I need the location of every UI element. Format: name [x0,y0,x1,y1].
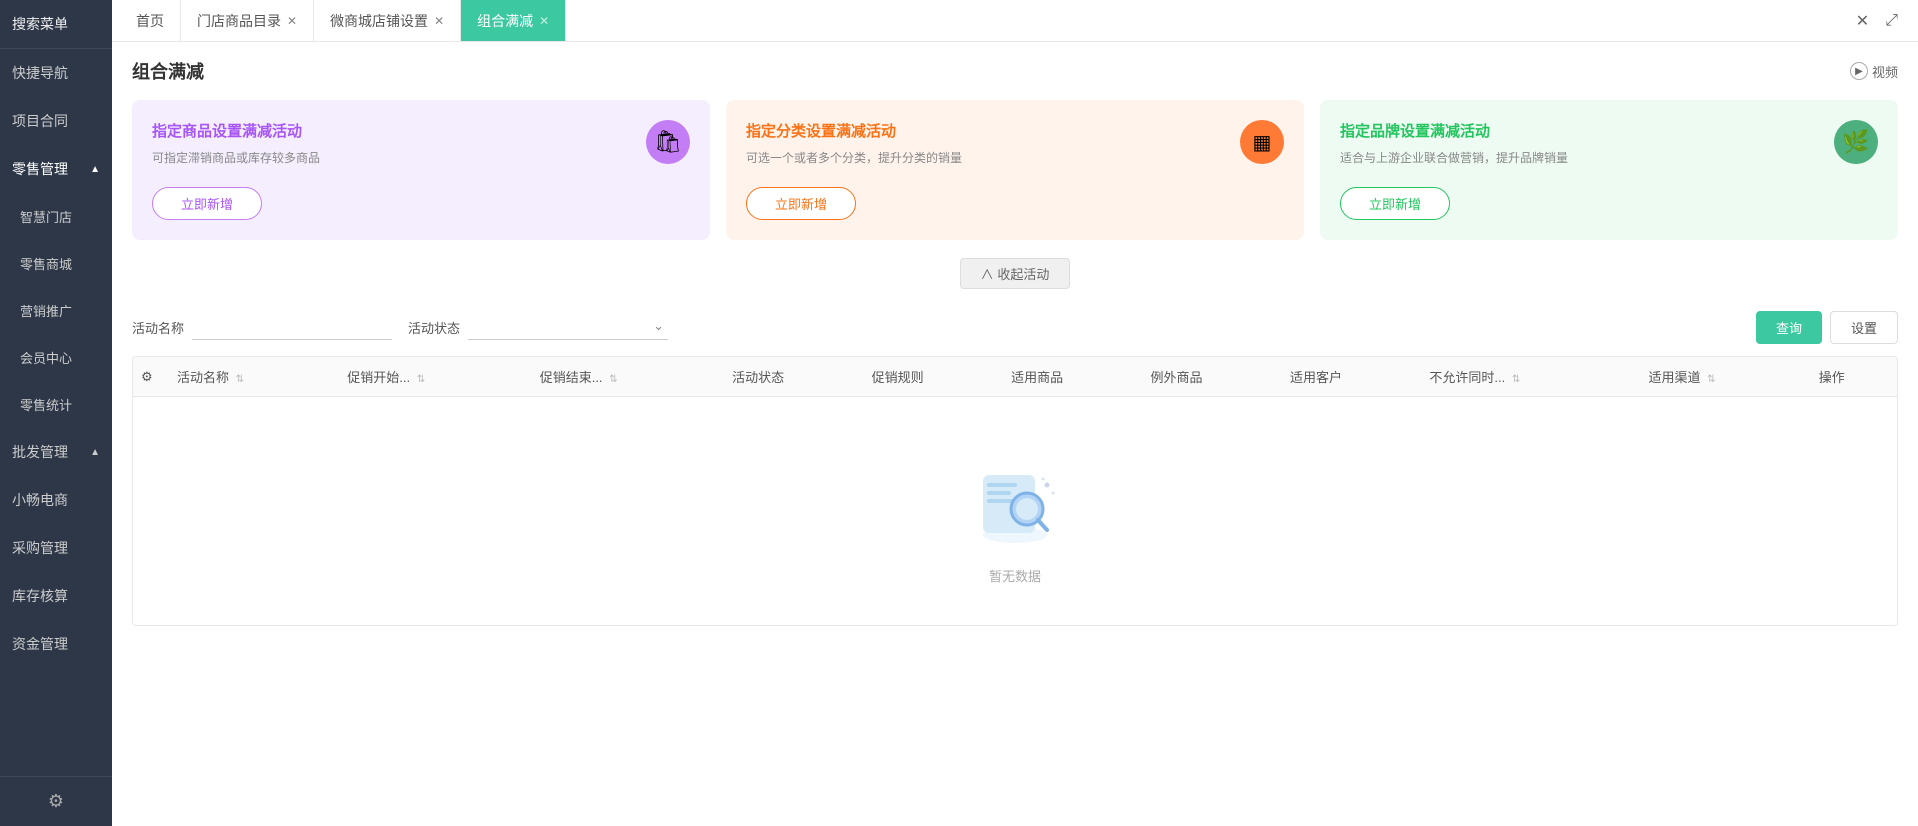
sidebar: 搜索菜单 快捷导航 项目合同 零售管理 ▲ 智慧门店 零售商城 营销推广 会员中… [0,0,112,826]
col-settings: ⚙ [133,357,169,397]
close-tab-store-catalog[interactable]: ✕ [287,14,297,28]
sidebar-item-retail-mall[interactable]: 零售商城 [0,240,112,287]
table-head: ⚙ 活动名称 ⇅ 促销开始... ⇅ 促销结束... ⇅ [133,357,1897,397]
arrow-icon: ▲ [90,164,100,175]
table-wrapper: ⚙ 活动名称 ⇅ 促销开始... ⇅ 促销结束... ⇅ [132,356,1898,626]
col-rules: 促销规则 [864,357,1003,397]
expand-window-button[interactable]: ⤢ [1881,8,1902,34]
card-icon-product: 🛍 [646,120,690,164]
empty-illustration [965,457,1065,547]
filter-activity-status: 活动状态 进行中 已结束 未开始 [408,316,668,340]
sidebar-search[interactable]: 搜索菜单 [0,0,112,49]
main-area: 首页 门店商品目录 ✕ 微商城店铺设置 ✕ 组合满减 ✕ ✕ ⤢ 组合满减 [112,0,1918,826]
sidebar-item-finance[interactable]: 资金管理 [0,620,112,668]
page-header: 组合满减 ▶ 视频 [132,58,1898,84]
activity-name-input[interactable] [192,316,392,340]
tabs-container: 首页 门店商品目录 ✕ 微商城店铺设置 ✕ 组合满减 ✕ [120,0,566,41]
filter-activity-name: 活动名称 [132,316,392,340]
card-icon-brand: 🌿 [1834,120,1878,164]
card-desc-product: 可指定滞销商品或库存较多商品 [152,149,690,168]
sort-icon-start[interactable]: ⇅ [417,374,425,385]
activity-name-label: 活动名称 [132,318,184,337]
add-brand-promo-button[interactable]: 立即新增 [1340,187,1450,220]
sidebar-item-xiaochang[interactable]: 小畅电商 [0,476,112,524]
play-icon: ▶ [1850,62,1868,80]
col-name: 活动名称 ⇅ [169,357,339,397]
close-window-button[interactable]: ✕ [1852,7,1873,35]
col-status: 活动状态 [724,357,863,397]
col-exclude: 例外商品 [1143,357,1282,397]
col-action: 操作 [1811,357,1897,397]
table-header-row: ⚙ 活动名称 ⇅ 促销开始... ⇅ 促销结束... ⇅ [133,357,1897,397]
setting-button[interactable]: 设置 [1830,311,1898,344]
empty-state: 暂无数据 [133,397,1897,625]
arrow-icon-wholesale: ▲ [90,447,100,458]
sort-icon-concurrent[interactable]: ⇅ [1512,374,1520,385]
close-tab-combo-discount[interactable]: ✕ [539,14,549,28]
cards-row: 🛍 指定商品设置满减活动 可指定滞销商品或库存较多商品 立即新增 ▦ 指定分类设… [132,100,1898,240]
page-content: 组合满减 ▶ 视频 🛍 指定商品设置满减活动 可指定滞销商品或库存较多商品 立即… [112,42,1918,826]
card-desc-category: 可选一个或者多个分类，提升分类的销量 [746,149,1284,168]
promo-card-product: 🛍 指定商品设置满减活动 可指定滞销商品或库存较多商品 立即新增 [132,100,710,240]
add-product-promo-button[interactable]: 立即新增 [152,187,262,220]
tab-bar: 首页 门店商品目录 ✕ 微商城店铺设置 ✕ 组合满减 ✕ ✕ ⤢ [112,0,1918,42]
table-settings-icon[interactable]: ⚙ [141,369,153,384]
add-category-promo-button[interactable]: 立即新增 [746,187,856,220]
sidebar-item-retail-stats[interactable]: 零售统计 [0,381,112,428]
col-start: 促销开始... ⇅ [339,357,531,397]
sort-icon-name[interactable]: ⇅ [236,374,244,385]
tab-wechat-store[interactable]: 微商城店铺设置 ✕ [314,0,461,41]
col-customers: 适用客户 [1282,357,1421,397]
chevron-up-icon: ∧ [981,267,994,282]
sidebar-item-purchase[interactable]: 采购管理 [0,524,112,572]
col-no-concurrent: 不允许同时... ⇅ [1421,357,1640,397]
sidebar-item-marketing[interactable]: 营销推广 [0,287,112,334]
card-desc-brand: 适合与上游企业联合做营销，提升品牌销量 [1340,149,1878,168]
filter-row: 活动名称 活动状态 进行中 已结束 未开始 查询 设置 [132,311,1898,344]
sidebar-item-quick-nav[interactable]: 快捷导航 [0,49,112,97]
activity-table: ⚙ 活动名称 ⇅ 促销开始... ⇅ 促销结束... ⇅ [133,357,1897,397]
page-title: 组合满减 [132,58,204,84]
sort-icon-end[interactable]: ⇅ [609,374,617,385]
tab-combo-discount[interactable]: 组合满减 ✕ [461,0,566,41]
promo-card-brand: 🌿 指定品牌设置满减活动 适合与上游企业联合做营销，提升品牌销量 立即新增 [1320,100,1898,240]
col-products: 适用商品 [1003,357,1142,397]
sidebar-item-smart-store[interactable]: 智慧门店 [0,193,112,240]
promo-card-category: ▦ 指定分类设置满减活动 可选一个或者多个分类，提升分类的销量 立即新增 [726,100,1304,240]
sidebar-item-retail-management[interactable]: 零售管理 ▲ [0,145,112,193]
activity-status-label: 活动状态 [408,318,460,337]
col-end: 促销结束... ⇅ [532,357,724,397]
tab-actions: ✕ ⤢ [1852,7,1910,35]
collapse-bar: ∧ 收起活动 [132,252,1898,295]
sidebar-item-inventory[interactable]: 库存核算 [0,572,112,620]
activity-status-select-wrapper: 进行中 已结束 未开始 [468,316,668,340]
collapse-activities-button[interactable]: ∧ 收起活动 [960,258,1071,289]
sort-icon-channel[interactable]: ⇅ [1707,374,1715,385]
tab-store-catalog[interactable]: 门店商品目录 ✕ [181,0,314,41]
card-title-brand: 指定品牌设置满减活动 [1340,120,1878,141]
tab-home[interactable]: 首页 [120,0,181,41]
sidebar-item-member-center[interactable]: 会员中心 [0,334,112,381]
sidebar-bottom: ⚙ [0,776,112,826]
sidebar-item-project-contract[interactable]: 项目合同 [0,97,112,145]
query-button[interactable]: 查询 [1756,311,1822,344]
filter-buttons: 查询 设置 [1756,311,1898,344]
sidebar-item-wholesale[interactable]: 批发管理 ▲ [0,428,112,476]
settings-icon[interactable]: ⚙ [48,791,64,812]
activity-status-select[interactable]: 进行中 已结束 未开始 [468,316,668,340]
card-title-product: 指定商品设置满减活动 [152,120,690,141]
close-tab-wechat-store[interactable]: ✕ [434,14,444,28]
card-icon-category: ▦ [1240,120,1284,164]
col-channel: 适用渠道 ⇅ [1641,357,1811,397]
video-link[interactable]: ▶ 视频 [1850,62,1898,81]
empty-text: 暂无数据 [133,566,1897,585]
card-title-category: 指定分类设置满减活动 [746,120,1284,141]
